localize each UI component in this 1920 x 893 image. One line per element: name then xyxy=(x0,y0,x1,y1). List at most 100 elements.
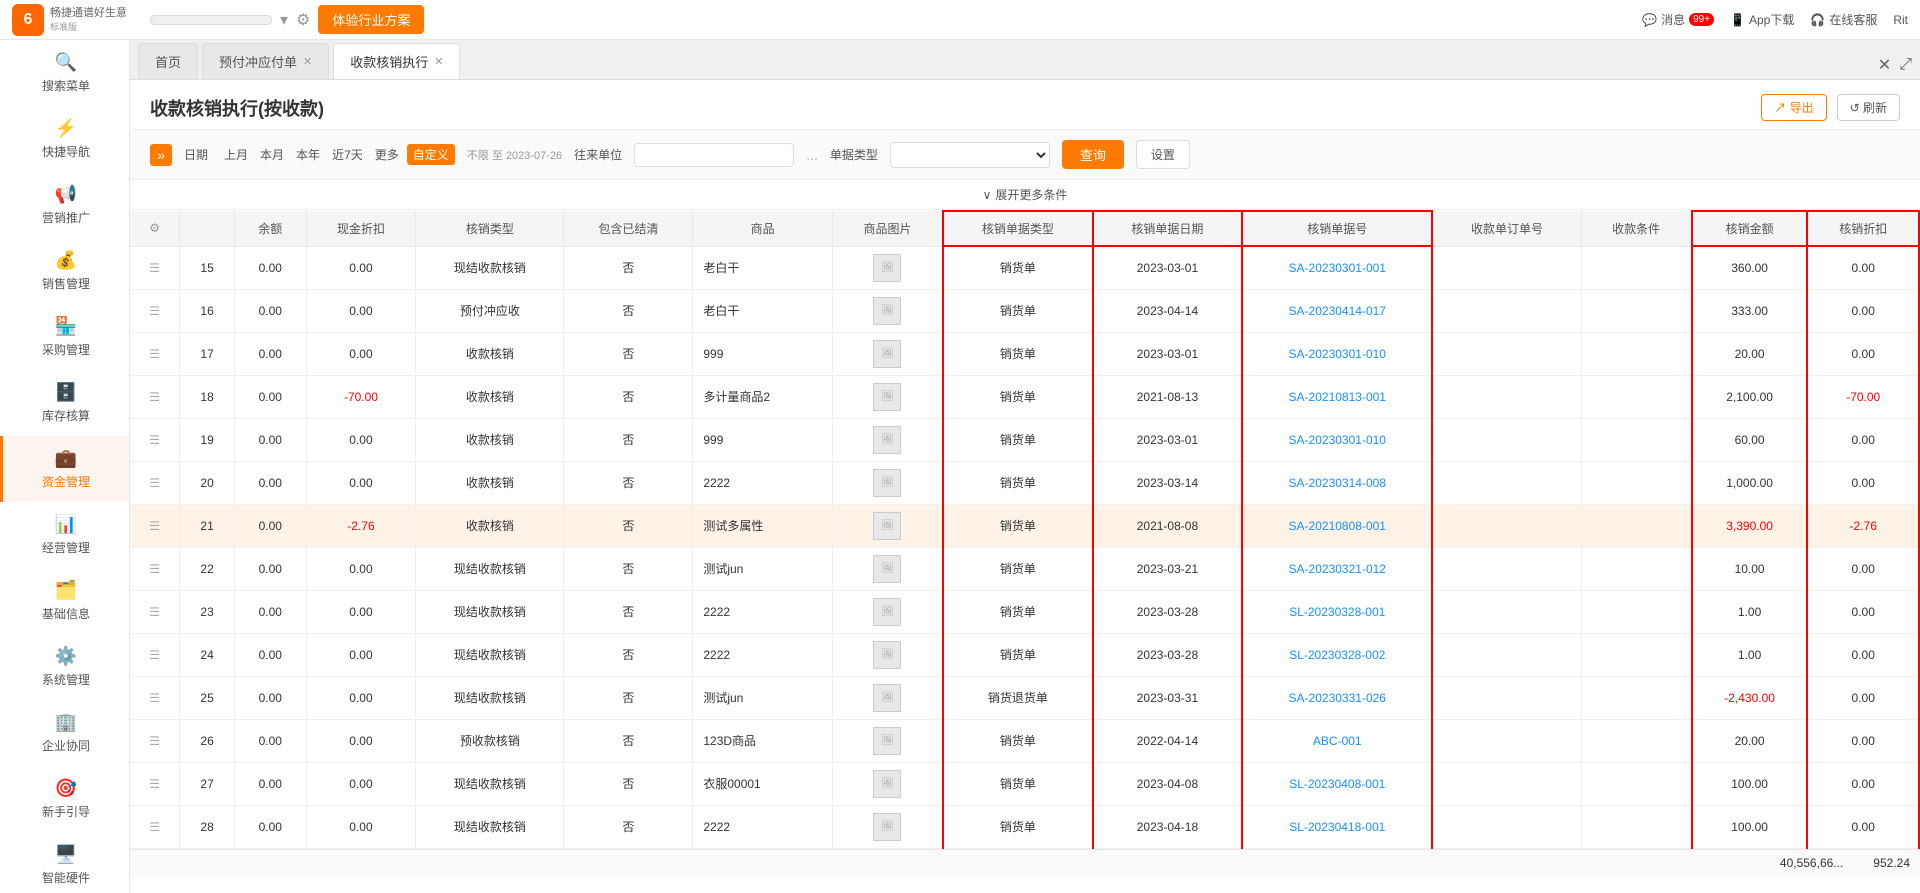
bill-no-link[interactable]: SA-20230314-008 xyxy=(1289,476,1386,490)
sidebar-item-purchase[interactable]: 🏪 采购管理 xyxy=(0,304,129,370)
tab-home-label: 首页 xyxy=(155,52,181,71)
sidebar-item-inventory[interactable]: 🗄️ 库存核算 xyxy=(0,370,129,436)
date-option-this-year[interactable]: 本年 xyxy=(292,144,324,165)
bill-no-link[interactable]: SL-20230408-001 xyxy=(1289,777,1385,791)
row-settings: ☰ xyxy=(130,504,180,547)
refresh-btn[interactable]: ↺ 刷新 xyxy=(1837,94,1900,121)
beginner-icon: 🎯 xyxy=(55,778,77,799)
top-search-box[interactable] xyxy=(150,15,272,25)
th-settings[interactable]: ⚙ xyxy=(130,211,180,246)
row-balance: 0.00 xyxy=(234,504,306,547)
row-write-off-amt: 2,100.00 xyxy=(1692,375,1808,418)
filter-toggle-btn[interactable]: » xyxy=(150,144,172,166)
notification-area[interactable]: 💬 消息 99+ xyxy=(1642,11,1714,28)
row-settings: ☰ xyxy=(130,805,180,848)
maximize-icon[interactable]: ⤢ xyxy=(1899,56,1912,74)
date-group: 上月 本月 本年 近7天 更多 自定义 xyxy=(220,144,455,165)
bill-no-link[interactable]: SA-20210813-001 xyxy=(1289,390,1386,404)
sidebar-label-enterprise: 企业协同 xyxy=(42,737,90,754)
row-recv-order xyxy=(1432,590,1581,633)
sidebar-item-finance[interactable]: 💼 资金管理 xyxy=(0,436,129,502)
sidebar-item-marketing[interactable]: 📢 营销推广 xyxy=(0,172,129,238)
bill-no-link[interactable]: SL-20230328-001 xyxy=(1289,605,1385,619)
sidebar-item-system[interactable]: ⚙️ 系统管理 xyxy=(0,634,129,700)
bill-no-link[interactable]: SA-20230301-010 xyxy=(1289,433,1386,447)
goods-img-cell: 🖼 xyxy=(832,504,943,547)
bill-no-link[interactable]: SA-20230331-026 xyxy=(1289,691,1386,705)
bill-no-link[interactable]: SA-20230321-012 xyxy=(1289,562,1386,576)
user-name[interactable]: Rit xyxy=(1893,13,1908,27)
more-filter-dots[interactable]: ... xyxy=(806,147,818,163)
partner-input[interactable] xyxy=(634,143,794,167)
sidebar-label-search: 搜索菜单 xyxy=(42,77,90,94)
expand-more-btn[interactable]: ∨ 展开更多条件 xyxy=(983,186,1068,203)
table-wrapper[interactable]: ⚙ 余额 现金折扣 核销类型 包含已结清 商品 商品图片 核销单据类型 核销单据… xyxy=(130,210,1920,893)
sidebar-item-enterprise[interactable]: 🏢 企业协同 xyxy=(0,700,129,766)
date-range-text: 不限 至 2023-07-26 xyxy=(467,147,562,163)
row-bill-type: 销货单 xyxy=(943,375,1093,418)
column-settings-icon[interactable]: ⚙ xyxy=(149,221,160,235)
row-write-off-amt: 10.00 xyxy=(1692,547,1808,590)
row-recv-cond xyxy=(1581,418,1692,461)
row-recv-cond xyxy=(1581,590,1692,633)
tab-receivable[interactable]: 收款核销执行 ✕ xyxy=(333,43,460,79)
row-write-off-amt: 20.00 xyxy=(1692,719,1808,762)
row-bill-no: SL-20230408-001 xyxy=(1242,762,1432,805)
close-window-icon[interactable]: ✕ xyxy=(1878,55,1891,75)
export-btn[interactable]: ↗ 导出 xyxy=(1761,94,1826,121)
row-no: 21 xyxy=(180,504,235,547)
tab-home[interactable]: 首页 xyxy=(138,43,198,79)
row-recv-cond xyxy=(1581,762,1692,805)
query-btn[interactable]: 查询 xyxy=(1062,140,1124,169)
table-row: ☰ 26 0.00 0.00 预收款核销 否 123D商品 🖼 销货单 2022… xyxy=(130,719,1919,762)
tab-prepaid[interactable]: 预付冲应付单 ✕ xyxy=(202,43,329,79)
table-header-row: ⚙ 余额 现金折扣 核销类型 包含已结清 商品 商品图片 核销单据类型 核销单据… xyxy=(130,211,1919,246)
sidebar-item-smart-hw[interactable]: 🖥️ 智能硬件 xyxy=(0,832,129,893)
row-write-off-disc: 0.00 xyxy=(1807,762,1919,805)
bill-no-link[interactable]: SL-20230418-001 xyxy=(1289,820,1385,834)
sidebar-item-operations[interactable]: 📊 经营管理 xyxy=(0,502,129,568)
row-settled: 否 xyxy=(564,418,693,461)
date-option-more[interactable]: 更多 xyxy=(371,144,403,165)
bill-no-link[interactable]: ABC-001 xyxy=(1313,734,1362,748)
table-row: ☰ 24 0.00 0.00 现结收款核销 否 2222 🖼 销货单 2023-… xyxy=(130,633,1919,676)
industry-btn[interactable]: 体验行业方案 xyxy=(318,5,424,34)
table-row: ☰ 25 0.00 0.00 现结收款核销 否 测试jun 🖼 销货退货单 20… xyxy=(130,676,1919,719)
row-bill-type: 销货单 xyxy=(943,719,1093,762)
sidebar-item-sales[interactable]: 💰 销售管理 xyxy=(0,238,129,304)
date-option-last-month[interactable]: 上月 xyxy=(220,144,252,165)
online-service-area[interactable]: 🎧 在线客服 xyxy=(1810,11,1877,28)
tab-prepaid-close[interactable]: ✕ xyxy=(303,55,312,68)
tab-receivable-close[interactable]: ✕ xyxy=(434,55,443,68)
row-bill-no: SA-20230321-012 xyxy=(1242,547,1432,590)
row-cash-disc: 0.00 xyxy=(306,289,416,332)
dropdown-icon[interactable]: ▾ xyxy=(280,10,288,30)
sidebar-item-basic-info[interactable]: 🗂️ 基础信息 xyxy=(0,568,129,634)
date-custom-btn[interactable]: 自定义 xyxy=(407,144,455,165)
bill-no-link[interactable]: SA-20230301-010 xyxy=(1289,347,1386,361)
settings-btn[interactable]: 设置 xyxy=(1136,140,1190,169)
table-row: ☰ 21 0.00 -2.76 收款核销 否 测试多属性 🖼 销货单 2021-… xyxy=(130,504,1919,547)
bill-type-select[interactable] xyxy=(890,142,1050,168)
app-download-area[interactable]: 📱 App下载 xyxy=(1730,11,1794,28)
settings-icon[interactable]: ⚙ xyxy=(296,10,310,30)
row-balance: 0.00 xyxy=(234,676,306,719)
row-type: 预付冲应收 xyxy=(416,289,564,332)
bill-no-link[interactable]: SL-20230328-002 xyxy=(1289,648,1385,662)
row-settled: 否 xyxy=(564,332,693,375)
page-content: 收款核销执行(按收款) ↗ 导出 ↺ 刷新 » 日期 上月 xyxy=(130,80,1920,893)
bill-no-link[interactable]: SA-20230301-001 xyxy=(1289,261,1386,275)
row-bill-no: SA-20210813-001 xyxy=(1242,375,1432,418)
th-goods-img: 商品图片 xyxy=(832,211,943,246)
sidebar-item-quick-nav[interactable]: ⚡ 快捷导航 xyxy=(0,106,129,172)
row-recv-cond xyxy=(1581,246,1692,289)
row-cash-disc: 0.00 xyxy=(306,246,416,289)
date-option-7days[interactable]: 近7天 xyxy=(328,144,367,165)
sidebar-label-smart-hw: 智能硬件 xyxy=(42,869,90,886)
row-no: 16 xyxy=(180,289,235,332)
sidebar-item-beginner[interactable]: 🎯 新手引导 xyxy=(0,766,129,832)
sidebar-item-search[interactable]: 🔍 搜索菜单 xyxy=(0,40,129,106)
date-option-this-month[interactable]: 本月 xyxy=(256,144,288,165)
bill-no-link[interactable]: SA-20210808-001 xyxy=(1289,519,1386,533)
bill-no-link[interactable]: SA-20230414-017 xyxy=(1289,304,1386,318)
